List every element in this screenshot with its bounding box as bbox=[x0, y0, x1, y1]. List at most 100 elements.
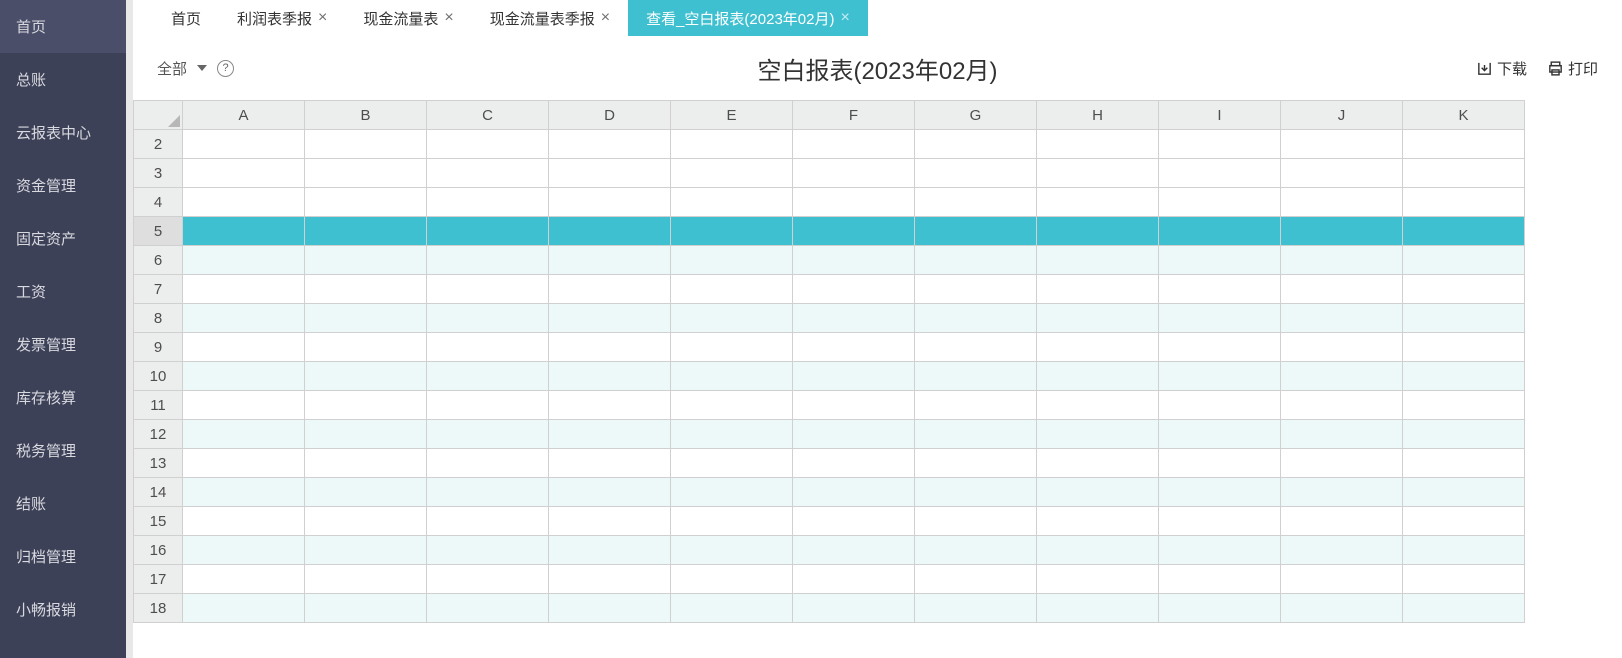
cell-K7[interactable] bbox=[1403, 275, 1525, 304]
print-button[interactable]: 打印 bbox=[1547, 58, 1598, 79]
col-head-D[interactable]: D bbox=[549, 101, 671, 130]
row-head-16[interactable]: 16 bbox=[134, 536, 183, 565]
cell-E13[interactable] bbox=[671, 449, 793, 478]
cell-B6[interactable] bbox=[305, 246, 427, 275]
cell-A6[interactable] bbox=[183, 246, 305, 275]
cell-F14[interactable] bbox=[793, 478, 915, 507]
cell-I18[interactable] bbox=[1159, 594, 1281, 623]
cell-J3[interactable] bbox=[1281, 159, 1403, 188]
close-icon[interactable]: × bbox=[601, 9, 610, 27]
row-head-5[interactable]: 5 bbox=[134, 217, 183, 246]
cell-D16[interactable] bbox=[549, 536, 671, 565]
cell-H14[interactable] bbox=[1037, 478, 1159, 507]
cell-H8[interactable] bbox=[1037, 304, 1159, 333]
sidebar-item-9[interactable]: 结账 bbox=[0, 477, 126, 530]
col-head-G[interactable]: G bbox=[915, 101, 1037, 130]
cell-E3[interactable] bbox=[671, 159, 793, 188]
cell-I7[interactable] bbox=[1159, 275, 1281, 304]
cell-A15[interactable] bbox=[183, 507, 305, 536]
cell-K11[interactable] bbox=[1403, 391, 1525, 420]
cell-J6[interactable] bbox=[1281, 246, 1403, 275]
cell-C13[interactable] bbox=[427, 449, 549, 478]
cell-F6[interactable] bbox=[793, 246, 915, 275]
cell-E5[interactable] bbox=[671, 217, 793, 246]
row-head-12[interactable]: 12 bbox=[134, 420, 183, 449]
row-head-8[interactable]: 8 bbox=[134, 304, 183, 333]
cell-H6[interactable] bbox=[1037, 246, 1159, 275]
tab-3[interactable]: 现金流量表季报× bbox=[472, 0, 628, 36]
cell-E18[interactable] bbox=[671, 594, 793, 623]
cell-A11[interactable] bbox=[183, 391, 305, 420]
cell-A14[interactable] bbox=[183, 478, 305, 507]
cell-E8[interactable] bbox=[671, 304, 793, 333]
row-head-15[interactable]: 15 bbox=[134, 507, 183, 536]
cell-I13[interactable] bbox=[1159, 449, 1281, 478]
cell-J18[interactable] bbox=[1281, 594, 1403, 623]
cell-B16[interactable] bbox=[305, 536, 427, 565]
cell-G9[interactable] bbox=[915, 333, 1037, 362]
cell-C6[interactable] bbox=[427, 246, 549, 275]
cell-A12[interactable] bbox=[183, 420, 305, 449]
tab-4[interactable]: 查看_空白报表(2023年02月)× bbox=[628, 0, 868, 36]
cell-C3[interactable] bbox=[427, 159, 549, 188]
row-head-4[interactable]: 4 bbox=[134, 188, 183, 217]
cell-D18[interactable] bbox=[549, 594, 671, 623]
cell-K2[interactable] bbox=[1403, 130, 1525, 159]
cell-A2[interactable] bbox=[183, 130, 305, 159]
cell-G12[interactable] bbox=[915, 420, 1037, 449]
cell-G10[interactable] bbox=[915, 362, 1037, 391]
cell-D6[interactable] bbox=[549, 246, 671, 275]
cell-E15[interactable] bbox=[671, 507, 793, 536]
cell-J11[interactable] bbox=[1281, 391, 1403, 420]
cell-G14[interactable] bbox=[915, 478, 1037, 507]
cell-H16[interactable] bbox=[1037, 536, 1159, 565]
cell-I3[interactable] bbox=[1159, 159, 1281, 188]
cell-K5[interactable] bbox=[1403, 217, 1525, 246]
sidebar-item-7[interactable]: 库存核算 bbox=[0, 371, 126, 424]
cell-D12[interactable] bbox=[549, 420, 671, 449]
tab-1[interactable]: 利润表季报× bbox=[219, 0, 345, 36]
cell-A9[interactable] bbox=[183, 333, 305, 362]
cell-J9[interactable] bbox=[1281, 333, 1403, 362]
filter-dropdown[interactable]: 全部 ? bbox=[157, 58, 234, 79]
cell-K8[interactable] bbox=[1403, 304, 1525, 333]
col-head-I[interactable]: I bbox=[1159, 101, 1281, 130]
select-all-corner[interactable] bbox=[134, 101, 183, 130]
cell-H11[interactable] bbox=[1037, 391, 1159, 420]
cell-D7[interactable] bbox=[549, 275, 671, 304]
cell-G8[interactable] bbox=[915, 304, 1037, 333]
cell-E11[interactable] bbox=[671, 391, 793, 420]
cell-B10[interactable] bbox=[305, 362, 427, 391]
cell-A17[interactable] bbox=[183, 565, 305, 594]
cell-G6[interactable] bbox=[915, 246, 1037, 275]
cell-I16[interactable] bbox=[1159, 536, 1281, 565]
cell-D10[interactable] bbox=[549, 362, 671, 391]
cell-C2[interactable] bbox=[427, 130, 549, 159]
cell-I4[interactable] bbox=[1159, 188, 1281, 217]
cell-H3[interactable] bbox=[1037, 159, 1159, 188]
cell-G3[interactable] bbox=[915, 159, 1037, 188]
cell-J2[interactable] bbox=[1281, 130, 1403, 159]
col-head-F[interactable]: F bbox=[793, 101, 915, 130]
sidebar-item-6[interactable]: 发票管理 bbox=[0, 318, 126, 371]
cell-F5[interactable] bbox=[793, 217, 915, 246]
row-head-11[interactable]: 11 bbox=[134, 391, 183, 420]
row-head-10[interactable]: 10 bbox=[134, 362, 183, 391]
cell-K3[interactable] bbox=[1403, 159, 1525, 188]
cell-K17[interactable] bbox=[1403, 565, 1525, 594]
cell-E17[interactable] bbox=[671, 565, 793, 594]
cell-K6[interactable] bbox=[1403, 246, 1525, 275]
cell-G5[interactable] bbox=[915, 217, 1037, 246]
cell-E7[interactable] bbox=[671, 275, 793, 304]
cell-B15[interactable] bbox=[305, 507, 427, 536]
cell-H17[interactable] bbox=[1037, 565, 1159, 594]
cell-H10[interactable] bbox=[1037, 362, 1159, 391]
cell-G16[interactable] bbox=[915, 536, 1037, 565]
col-head-A[interactable]: A bbox=[183, 101, 305, 130]
cell-J7[interactable] bbox=[1281, 275, 1403, 304]
cell-A16[interactable] bbox=[183, 536, 305, 565]
cell-C10[interactable] bbox=[427, 362, 549, 391]
cell-D8[interactable] bbox=[549, 304, 671, 333]
cell-B4[interactable] bbox=[305, 188, 427, 217]
tab-2[interactable]: 现金流量表× bbox=[345, 0, 471, 36]
